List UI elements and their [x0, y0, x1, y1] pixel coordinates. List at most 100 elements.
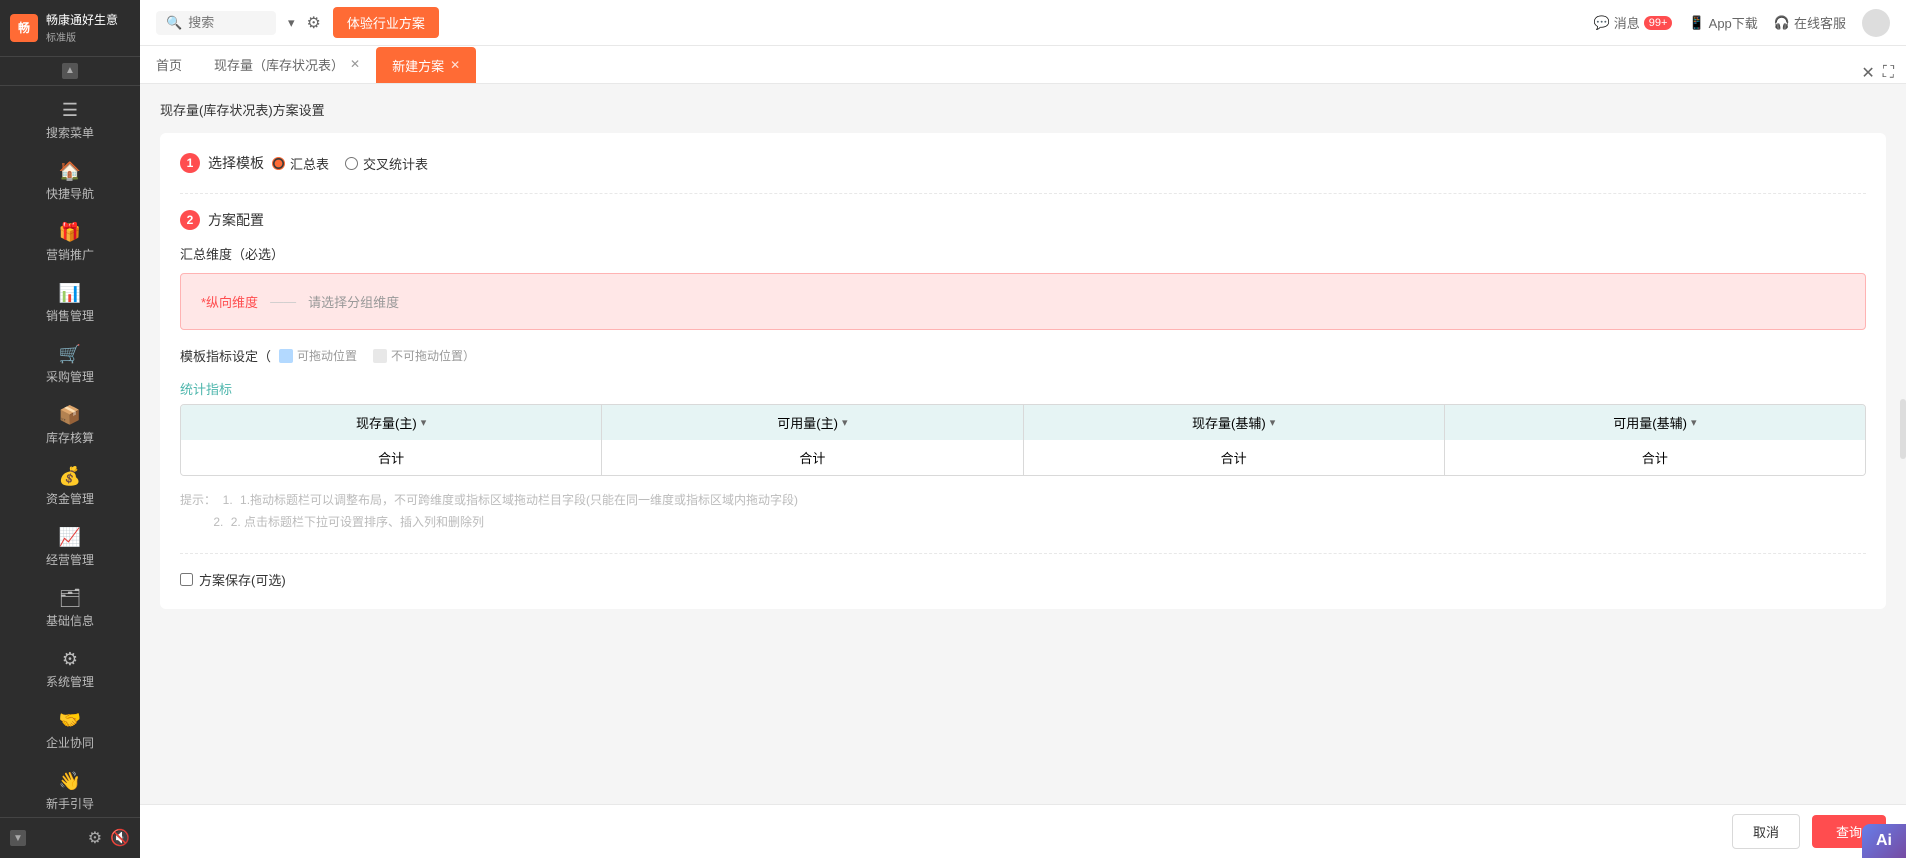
trial-btn[interactable]: 体验行业方案: [333, 7, 439, 38]
stat-table-wrap: 统计指标 现存量(主) ▾ 可用量(主) ▾: [180, 379, 1866, 476]
col-chevron-2[interactable]: ▾: [1270, 416, 1276, 429]
settings-card: 1 选择模板 汇总表 交叉统计表: [160, 133, 1886, 609]
topbar-right: 💬 消息 99+ 📱 App下载 🎧 在线客服: [1594, 9, 1890, 37]
sidebar-item-guide[interactable]: 👋 新手引导: [0, 761, 140, 817]
hints-section: 提示： 1. 1.拖动标题栏可以调整布局，不可跨维度或指标区域拖动栏目字段(只能…: [180, 490, 1866, 533]
headset-icon: 🎧: [1774, 15, 1790, 31]
ai-badge[interactable]: Ai: [1862, 824, 1906, 858]
col-header-2[interactable]: 现存量(基辅) ▾: [1024, 405, 1445, 440]
sidebar-item-quicknav[interactable]: 🏠 快捷导航: [0, 151, 140, 212]
scroll-up-arrow[interactable]: ▲: [62, 63, 78, 79]
search-box[interactable]: 🔍: [156, 11, 276, 35]
sidebar-item-marketing[interactable]: 🎁 营销推广: [0, 212, 140, 273]
app-version: 标准版: [46, 29, 118, 44]
col-body-1: 合计: [602, 440, 1023, 475]
main-area: 🔍 ▾ ⚙ 体验行业方案 💬 消息 99+ 📱 App下载 🎧 在线客服: [140, 0, 1906, 858]
tab-home[interactable]: 首页: [140, 47, 198, 83]
sidebar-item-search[interactable]: ☰ 搜索菜单: [0, 90, 140, 151]
tabs-bar: 首页 现存量（库存状况表） ✕ 新建方案 ✕ ✕ ⛶: [140, 46, 1906, 84]
sidebar-item-label: 营销推广: [46, 246, 94, 263]
tabs-right-controls: ✕ ⛶: [1861, 63, 1906, 83]
col-header-1[interactable]: 可用量(主) ▾: [602, 405, 1023, 440]
radio-cross-label: 交叉统计表: [363, 154, 428, 173]
col-header-3[interactable]: 可用量(基辅) ▾: [1445, 405, 1865, 440]
nondraggable-box: [373, 349, 387, 363]
stat-table: 现存量(主) ▾ 可用量(主) ▾ 现存量(基辅) ▾: [180, 404, 1866, 476]
dimension-line: ——: [270, 294, 296, 309]
tab-close-inventory[interactable]: ✕: [350, 57, 360, 71]
online-service-btn[interactable]: 🎧 在线客服: [1774, 13, 1846, 32]
topbar-dropdown[interactable]: ▾: [288, 15, 295, 31]
step2-number: 2: [180, 210, 200, 230]
gift-icon: 🎁: [59, 222, 81, 243]
indicator-settings: 模板指标设定（ 可拖动位置 不可拖动位置）: [180, 346, 1866, 365]
sidebar-nav: ☰ 搜索菜单 🏠 快捷导航 🎁 营销推广 📊 销售管理 🛒 采购管理 📦 库存核…: [0, 86, 140, 817]
radio-cross[interactable]: 交叉统计表: [345, 154, 428, 173]
footer-bar: 取消 查询: [140, 804, 1906, 858]
settings-icon[interactable]: ⚙: [88, 828, 102, 848]
trending-icon: 📈: [59, 527, 81, 548]
sidebar-logo: 畅 畅康通好生意 标准版: [0, 0, 140, 57]
legend-nondraggable: 不可拖动位置）: [373, 347, 475, 364]
chart-icon: 📊: [59, 283, 81, 304]
gear-icon: ⚙: [62, 649, 78, 670]
money-icon: 💰: [59, 466, 81, 487]
tab-close-btn[interactable]: ✕: [1861, 63, 1874, 83]
col-chevron-3[interactable]: ▾: [1691, 416, 1697, 429]
sidebar-item-label: 采购管理: [46, 368, 94, 385]
dimension-box: *纵向维度 —— 请选择分组维度: [180, 273, 1866, 330]
sidebar-item-finance[interactable]: 💰 资金管理: [0, 456, 140, 517]
message-badge: 99+: [1644, 16, 1673, 30]
tab-label: 首页: [156, 55, 182, 74]
sidebar-item-purchase[interactable]: 🛒 采购管理: [0, 334, 140, 395]
sidebar-item-sales[interactable]: 📊 销售管理: [0, 273, 140, 334]
tab-inventory[interactable]: 现存量（库存状况表） ✕: [198, 47, 376, 83]
sidebar-item-basic-info[interactable]: 🗂 基础信息: [0, 578, 140, 639]
message-icon: 💬: [1594, 15, 1610, 31]
indicator-settings-label: 模板指标设定（ 可拖动位置 不可拖动位置）: [180, 346, 475, 365]
sidebar-item-label: 搜索菜单: [46, 124, 94, 141]
wave-icon: 👋: [59, 771, 81, 792]
legend-draggable: 可拖动位置: [279, 347, 357, 364]
user-avatar[interactable]: [1862, 9, 1890, 37]
step1-label: 选择模板: [208, 153, 264, 173]
radio-summary[interactable]: 汇总表: [272, 154, 329, 173]
col-chevron-0[interactable]: ▾: [421, 416, 427, 429]
hint-2: 2. 2. 点击标题栏下拉可设置排序、插入列和删除列: [180, 512, 1866, 534]
sidebar-item-inventory[interactable]: 📦 库存核算: [0, 395, 140, 456]
sidebar-item-label: 系统管理: [46, 673, 94, 690]
sidebar-item-label: 库存核算: [46, 429, 94, 446]
save-checkbox[interactable]: [180, 573, 193, 586]
save-option[interactable]: 方案保存(可选): [180, 570, 1866, 589]
sidebar-item-enterprise[interactable]: 🤝 企业协同: [0, 700, 140, 761]
sidebar-item-label: 快捷导航: [46, 185, 94, 202]
app-download-btn[interactable]: 📱 App下载: [1688, 13, 1757, 32]
topbar-settings-icon[interactable]: ⚙: [307, 13, 321, 33]
search-menu-icon: ☰: [62, 100, 78, 121]
sidebar-item-label: 经营管理: [46, 551, 94, 568]
sidebar-item-label: 新手引导: [46, 795, 94, 812]
tab-new-plan[interactable]: 新建方案 ✕: [376, 47, 476, 83]
search-input[interactable]: [188, 15, 248, 30]
sound-icon[interactable]: 🔇: [110, 828, 130, 848]
cancel-button[interactable]: 取消: [1732, 814, 1800, 849]
sidebar-item-system[interactable]: ⚙ 系统管理: [0, 639, 140, 700]
right-scroll-indicator: [1900, 399, 1906, 459]
col-header-0[interactable]: 现存量(主) ▾: [181, 405, 602, 440]
message-btn[interactable]: 💬 消息 99+: [1594, 13, 1673, 32]
sidebar-item-label: 企业协同: [46, 734, 94, 751]
draggable-box: [279, 349, 293, 363]
stat-section-label: 统计指标: [180, 379, 1866, 398]
step1-header: 1 选择模板 汇总表 交叉统计表: [180, 153, 1866, 173]
scroll-down-arrow[interactable]: ▼: [10, 830, 26, 846]
col-chevron-1[interactable]: ▾: [842, 416, 848, 429]
sidebar-item-label: 销售管理: [46, 307, 94, 324]
tab-close-new[interactable]: ✕: [450, 58, 460, 72]
sidebar-item-label: 基础信息: [46, 612, 94, 629]
hint-1: 提示： 1. 1.拖动标题栏可以调整布局，不可跨维度或指标区域拖动栏目字段(只能…: [180, 490, 1866, 512]
radio-summary-label: 汇总表: [290, 154, 329, 173]
app-name: 畅康通好生意: [46, 12, 118, 29]
tab-maximize-btn[interactable]: ⛶: [1883, 64, 1894, 82]
box-icon: 📦: [59, 405, 81, 426]
sidebar-item-management[interactable]: 📈 经营管理: [0, 517, 140, 578]
